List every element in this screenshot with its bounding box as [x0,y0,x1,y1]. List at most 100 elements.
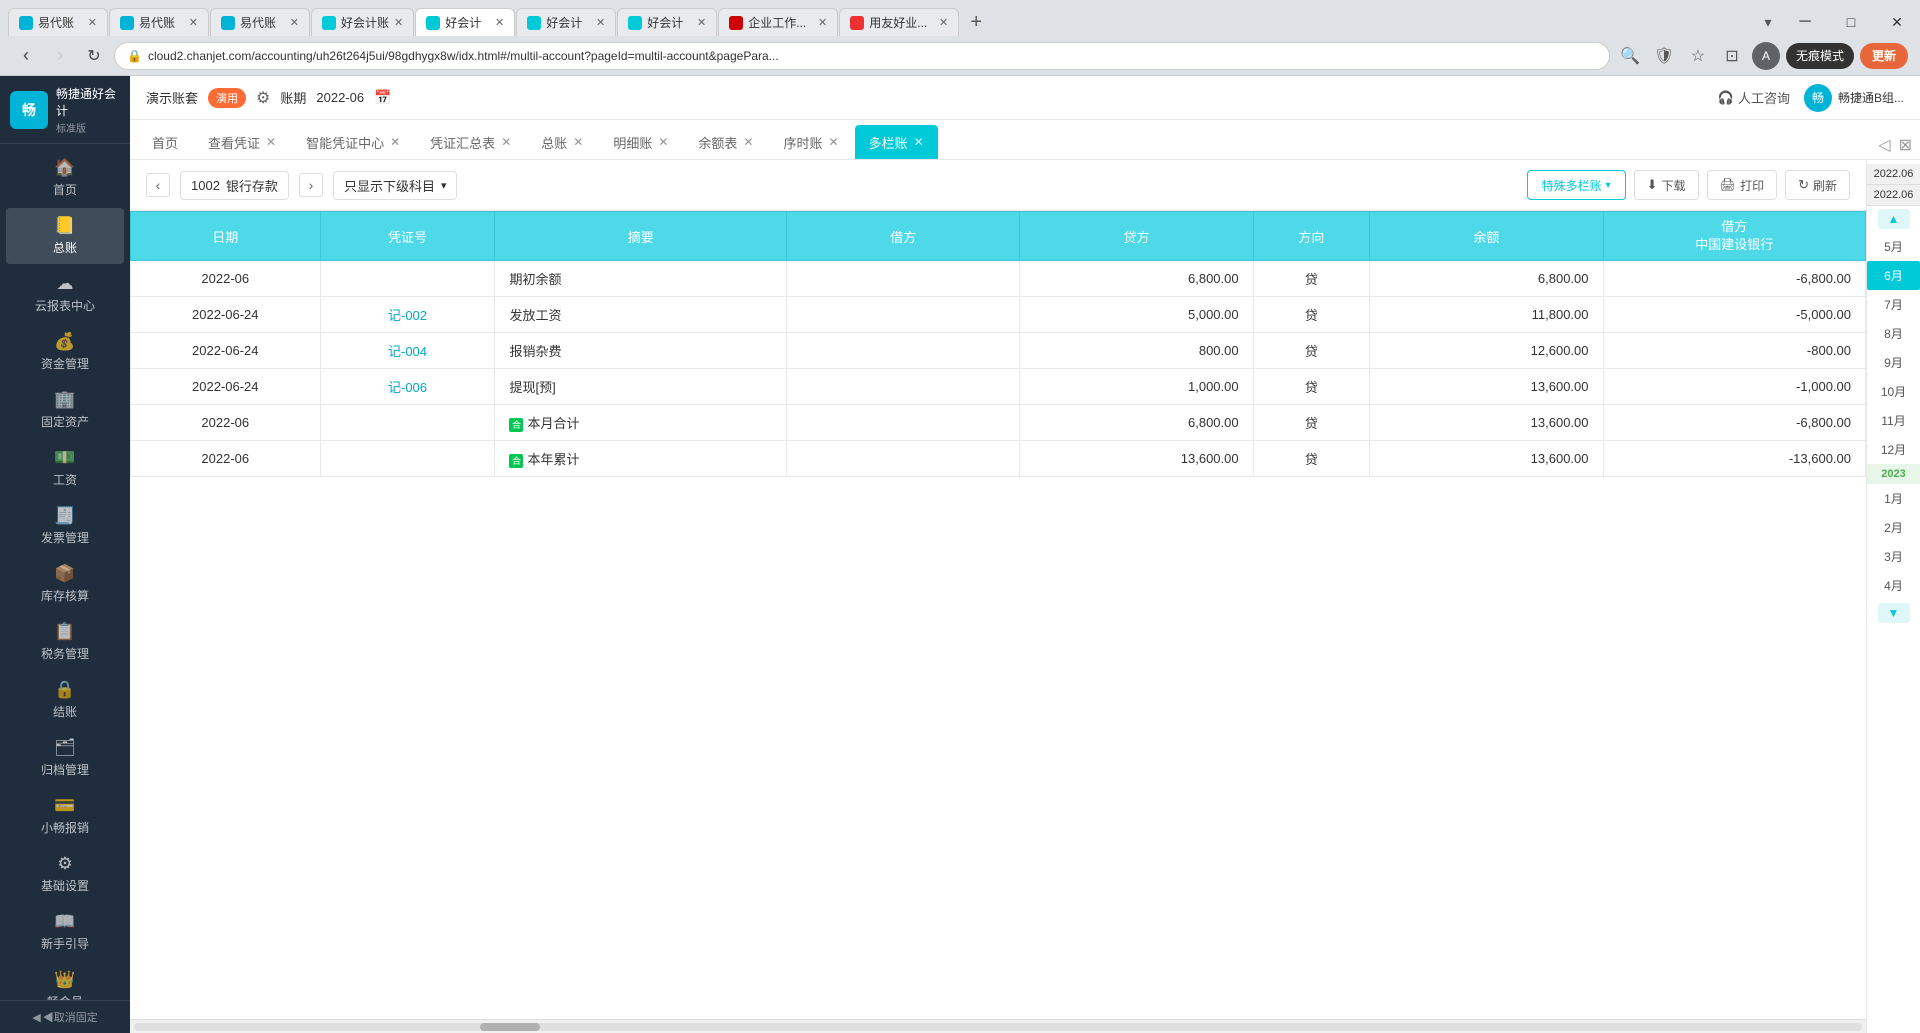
sidebar-item-guide[interactable]: 📖 新手引导 [6,904,124,960]
month-scroll-down[interactable]: ▼ [1878,603,1910,623]
month-item-6[interactable]: 6月 [1867,261,1920,290]
minimize-button[interactable]: ─ [1782,8,1828,36]
month-item-12[interactable]: 12月 [1867,435,1920,464]
sidebar-item-expense[interactable]: 💳 小畅报销 [6,788,124,844]
star-icon[interactable]: ☆ [1684,42,1712,70]
tab-smart-voucher[interactable]: 智能凭证中心 ✕ [292,125,414,159]
sidebar-item-home[interactable]: 🏠 首页 [6,150,124,206]
sidebar-pin-area[interactable]: ◀ ◀取消固定 [0,1000,130,1033]
browser-tab-1[interactable]: 易代账 ✕ [8,8,108,36]
tab-time-ledger-close[interactable]: ✕ [829,135,839,149]
h-scroll-track[interactable] [134,1023,1862,1031]
sidebar-item-close-account[interactable]: 🔒 结账 [6,672,124,728]
sidebar-item-inventory[interactable]: 📦 库存核算 [6,556,124,612]
month-item-9[interactable]: 9月 [1867,348,1920,377]
sidebar-item-settings[interactable]: ⚙ 基础设置 [6,846,124,902]
back-button[interactable]: ‹ [12,42,40,70]
tab-balance-table-close[interactable]: ✕ [743,135,753,149]
update-button[interactable]: 更新 [1860,43,1908,69]
month-item-5[interactable]: 5月 [1867,232,1920,261]
sidebar-item-fixed-assets[interactable]: 🏢 固定资产 [6,382,124,438]
tab7-close[interactable]: ✕ [697,16,706,29]
month-item-7[interactable]: 7月 [1867,290,1920,319]
browser-tab-5[interactable]: 好会计 ✕ [415,8,515,36]
browser-tab-8[interactable]: 企业工作... ✕ [718,8,838,36]
month-scroll-up[interactable]: ▲ [1878,209,1910,229]
sidebar-item-general-ledger[interactable]: 📒 总账 [6,208,124,264]
tab-detail-ledger[interactable]: 明细账 ✕ [599,125,682,159]
stealth-mode-button[interactable]: 无痕模式 [1786,43,1854,69]
collapse-left-icon[interactable]: ◁ [1878,135,1890,155]
tab-voucher-view[interactable]: 查看凭证 ✕ [194,125,290,159]
tab-general-ledger[interactable]: 总账 ✕ [527,125,597,159]
tab2-close[interactable]: ✕ [189,16,198,29]
sidebar-item-funds[interactable]: 💰 资金管理 [6,324,124,380]
tab-voucher-summary[interactable]: 凭证汇总表 ✕ [416,125,525,159]
browser-tab-7[interactable]: 好会计 ✕ [617,8,717,36]
sidebar-item-cloud-report[interactable]: ☁ 云报表中心 [6,266,124,322]
sidebar-item-tax[interactable]: 📋 税务管理 [6,614,124,670]
browser-tab-2[interactable]: 易代账 ✕ [109,8,209,36]
month-item-8[interactable]: 8月 [1867,319,1920,348]
consult-button[interactable]: 🎧 人工咨询 [1718,88,1790,107]
table-cell[interactable]: 记-004 [320,333,495,369]
tab-balance-table[interactable]: 余额表 ✕ [684,125,767,159]
month-item-3[interactable]: 3月 [1867,542,1920,571]
sidebar-item-salary[interactable]: 💵 工资 [6,440,124,496]
tab1-close[interactable]: ✕ [88,16,97,29]
search-icon[interactable]: 🔍 [1616,42,1644,70]
tab6-close[interactable]: ✕ [596,16,605,29]
close-button[interactable]: ✕ [1874,8,1920,36]
tab9-close[interactable]: ✕ [939,16,948,29]
tab-general-ledger-close[interactable]: ✕ [573,135,583,149]
sidebar-item-archive[interactable]: 🗂 归档管理 [6,730,124,786]
settings-gear-icon[interactable]: ⚙ [256,88,270,108]
account-nav-next[interactable]: › [299,173,323,197]
tab-multi-ledger-close[interactable]: ✕ [914,135,924,149]
tab-detail-ledger-close[interactable]: ✕ [658,135,668,149]
browser-tab-6[interactable]: 好会计 ✕ [516,8,616,36]
maximize-button[interactable]: □ [1828,8,1874,36]
browser-tab-9[interactable]: 用友好业... ✕ [839,8,959,36]
tab-multi-ledger[interactable]: 多栏账 ✕ [855,125,938,159]
special-multi-ledger-button[interactable]: 特殊多栏账 ▾ [1527,170,1626,200]
browser-ext-btn[interactable]: ⊡ [1718,42,1746,70]
new-tab-button[interactable]: + [960,8,992,36]
month-item-1[interactable]: 1月 [1867,484,1920,513]
user-profile[interactable]: 畅 畅捷通B组... [1804,84,1904,112]
tab5-close[interactable]: ✕ [495,16,504,29]
tab-list-button[interactable]: ▾ [1754,8,1782,36]
table-cell[interactable]: 记-006 [320,369,495,405]
tab3-close[interactable]: ✕ [290,16,299,29]
print-button[interactable]: 🖨 打印 [1707,170,1778,200]
month-item-year2023[interactable]: 2023 [1867,464,1920,484]
download-button[interactable]: ⬇ 下载 [1634,170,1699,200]
month-item-10[interactable]: 10月 [1867,377,1920,406]
expand-icon[interactable]: ⊠ [1899,135,1912,155]
reload-button[interactable]: ↻ [80,42,108,70]
shield-icon[interactable]: 🛡 [1650,42,1678,70]
forward-button[interactable]: › [46,42,74,70]
sidebar-item-invoice[interactable]: 🧾 发票管理 [6,498,124,554]
browser-tab-4[interactable]: 好会计账 ✕ [311,8,414,36]
tab-voucher-view-close[interactable]: ✕ [266,135,276,149]
sidebar-item-vip[interactable]: 👑 畅会员 [6,962,124,1000]
url-bar[interactable]: 🔒 cloud2.chanjet.com/accounting/uh26t264… [114,42,1610,70]
month-item-11[interactable]: 11月 [1867,406,1920,435]
tab-home[interactable]: 首页 [138,125,192,159]
tab8-close[interactable]: ✕ [818,16,827,29]
tab-smart-voucher-close[interactable]: ✕ [390,135,400,149]
h-scroll-thumb[interactable] [480,1023,540,1031]
refresh-button[interactable]: ↻ 刷新 [1785,170,1850,200]
month-item-2[interactable]: 2月 [1867,513,1920,542]
tab-voucher-summary-close[interactable]: ✕ [501,135,511,149]
tab4-close[interactable]: ✕ [394,16,403,29]
account-selector[interactable]: 1002 银行存款 [180,171,289,200]
tab-time-ledger[interactable]: 序时账 ✕ [769,125,852,159]
browser-tab-3[interactable]: 易代账 ✕ [210,8,310,36]
table-scroll-area[interactable]: 日期 凭证号 摘要 借方 [130,211,1866,1019]
month-item-4[interactable]: 4月 [1867,571,1920,600]
sub-account-filter[interactable]: 只显示下级科目 ▾ [333,171,458,200]
table-cell[interactable]: 记-002 [320,297,495,333]
calendar-icon[interactable]: 📅 [374,89,391,106]
